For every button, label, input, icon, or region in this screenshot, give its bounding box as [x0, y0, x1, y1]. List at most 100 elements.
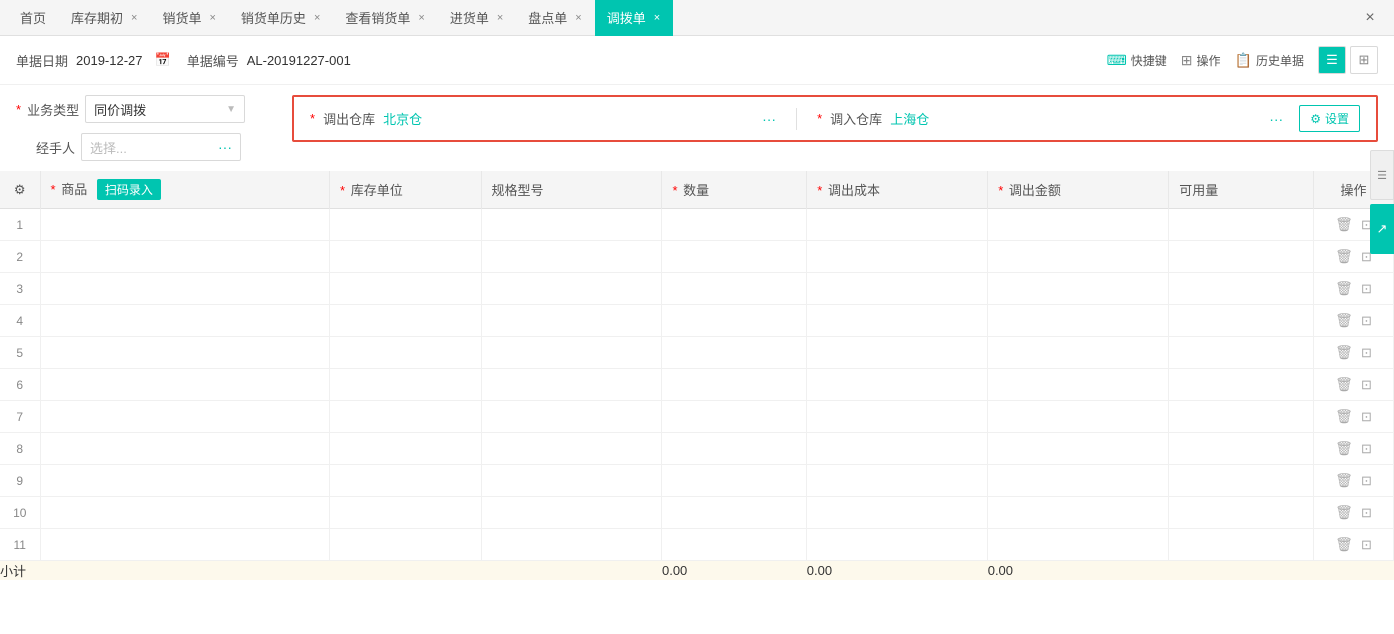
row-delete-icon-4[interactable]: 🗑 [1335, 312, 1353, 329]
row-qty-6 [662, 369, 807, 401]
col-gear[interactable]: ⚙ [0, 171, 40, 209]
row-delete-icon-6[interactable]: 🗑 [1335, 376, 1353, 393]
row-copy-icon-5[interactable]: ⊡ [1361, 345, 1372, 361]
toolbar: 单据日期 2019-12-27 📅 单据编号 AL-20191227-001 ⌨… [0, 36, 1394, 85]
subtotal-amount: 0.00 [988, 561, 1169, 581]
tab-view-sales[interactable]: 查看销货单 × [333, 0, 437, 36]
date-value[interactable]: 2019-12-27 [76, 53, 143, 68]
tab-purchase-close[interactable]: × [497, 12, 503, 24]
row-product-11[interactable] [40, 529, 330, 561]
row-product-6[interactable] [40, 369, 330, 401]
row-unit-7 [330, 401, 481, 433]
row-copy-icon-6[interactable]: ⊡ [1361, 377, 1372, 393]
row-product-8[interactable] [40, 433, 330, 465]
tab-sales-history[interactable]: 销货单历史 × [229, 0, 333, 36]
subtotal-empty-5 [1314, 561, 1394, 581]
row-qty-7 [662, 401, 807, 433]
row-delete-icon-3[interactable]: 🗑 [1335, 280, 1353, 297]
row-product-1[interactable] [40, 209, 330, 241]
subtotal-cost: 0.00 [807, 561, 988, 581]
sidebar-list-btn[interactable]: ☰ [1370, 150, 1394, 200]
list-view-button[interactable]: ☰ [1318, 46, 1346, 74]
row-delete-icon-11[interactable]: 🗑 [1335, 536, 1353, 553]
row-delete-icon-1[interactable]: 🗑 [1335, 216, 1353, 233]
row-delete-icon-8[interactable]: 🗑 [1335, 440, 1353, 457]
out-warehouse-required: * [310, 111, 315, 126]
row-product-7[interactable] [40, 401, 330, 433]
row-product-4[interactable] [40, 305, 330, 337]
in-warehouse-value[interactable]: 上海仓 [890, 109, 929, 128]
row-copy-icon-9[interactable]: ⊡ [1361, 473, 1372, 489]
row-delete-icon-5[interactable]: 🗑 [1335, 344, 1353, 361]
business-type-select[interactable]: 同价调拨 ▼ [85, 95, 245, 123]
row-copy-icon-10[interactable]: ⊡ [1361, 505, 1372, 521]
row-product-2[interactable] [40, 241, 330, 273]
col-spec: 规格型号 [481, 171, 662, 209]
col-unit: * 库存单位 [330, 171, 481, 209]
in-warehouse-more-icon[interactable]: ··· [1269, 111, 1283, 127]
row-available-2 [1169, 241, 1314, 273]
row-copy-icon-8[interactable]: ⊡ [1361, 441, 1372, 457]
sidebar-list-icon: ☰ [1377, 169, 1387, 182]
row-delete-icon-9[interactable]: 🗑 [1335, 472, 1353, 489]
row-amount-6 [988, 369, 1169, 401]
handler-more-icon[interactable]: ··· [218, 139, 232, 155]
amount-required-star: * [998, 183, 1003, 198]
operations-action[interactable]: ⊞ 操作 [1181, 52, 1221, 69]
tab-sales-order-close[interactable]: × [209, 12, 215, 24]
row-spec-8 [481, 433, 662, 465]
row-product-9[interactable] [40, 465, 330, 497]
tab-purchase[interactable]: 进货单 × [438, 0, 516, 36]
row-num-7: 7 [0, 401, 40, 433]
row-unit-10 [330, 497, 481, 529]
row-delete-icon-2[interactable]: 🗑 [1335, 248, 1353, 265]
out-warehouse-value[interactable]: 北京仓 [383, 109, 422, 128]
row-product-5[interactable] [40, 337, 330, 369]
window-close-button[interactable]: × [1354, 2, 1386, 34]
row-unit-2 [330, 241, 481, 273]
tab-view-sales-close[interactable]: × [418, 12, 424, 24]
sidebar-expand-btn[interactable]: ↗ [1370, 204, 1394, 254]
tab-transfer[interactable]: 调拨单 × [595, 0, 673, 36]
grid-icon: ⊞ [1359, 52, 1370, 68]
row-delete-icon-10[interactable]: 🗑 [1335, 504, 1353, 521]
row-copy-icon-11[interactable]: ⊡ [1361, 537, 1372, 553]
tab-inventory[interactable]: 盘点单 × [516, 0, 594, 36]
tab-sales-order[interactable]: 销货单 × [150, 0, 228, 36]
tab-inventory-close[interactable]: × [575, 12, 581, 24]
row-amount-1 [988, 209, 1169, 241]
tab-transfer-close[interactable]: × [654, 12, 660, 24]
row-unit-4 [330, 305, 481, 337]
row-spec-4 [481, 305, 662, 337]
col-amount-label: 调出金额 [1009, 183, 1061, 198]
tab-sales-history-close[interactable]: × [314, 12, 320, 24]
handler-select[interactable]: 选择... ··· [81, 133, 241, 161]
row-copy-icon-7[interactable]: ⊡ [1361, 409, 1372, 425]
settings-button[interactable]: ⚙ 设置 [1299, 105, 1360, 132]
out-warehouse-more-icon[interactable]: ··· [762, 111, 776, 127]
scan-button[interactable]: 扫码录入 [97, 179, 161, 200]
row-num-8: 8 [0, 433, 40, 465]
row-cost-6 [807, 369, 988, 401]
row-copy-icon-4[interactable]: ⊡ [1361, 313, 1372, 329]
table-row: 1 🗑 ⊡ [0, 209, 1394, 241]
tab-inventory-label: 盘点单 [528, 8, 567, 27]
grid-view-button[interactable]: ⊞ [1350, 46, 1378, 74]
tab-sales-order-label: 销货单 [162, 8, 201, 27]
row-cost-11 [807, 529, 988, 561]
col-ops-label: 操作 [1340, 183, 1366, 198]
table-row: 7 🗑 ⊡ [0, 401, 1394, 433]
calendar-icon[interactable]: 📅 [155, 52, 171, 68]
row-unit-6 [330, 369, 481, 401]
tab-stock-init[interactable]: 库存期初 × [59, 0, 150, 36]
tab-home[interactable]: 首页 [8, 0, 59, 36]
row-copy-icon-3[interactable]: ⊡ [1361, 281, 1372, 297]
row-delete-icon-7[interactable]: 🗑 [1335, 408, 1353, 425]
row-product-10[interactable] [40, 497, 330, 529]
out-warehouse-label: 调出仓库 [323, 109, 375, 128]
history-action[interactable]: 📋 历史单据 [1235, 52, 1304, 69]
tab-stock-init-close[interactable]: × [131, 12, 137, 24]
cost-required-star: * [817, 183, 822, 198]
shortcut-action[interactable]: ⌨ 快捷键 [1107, 52, 1167, 69]
row-product-3[interactable] [40, 273, 330, 305]
